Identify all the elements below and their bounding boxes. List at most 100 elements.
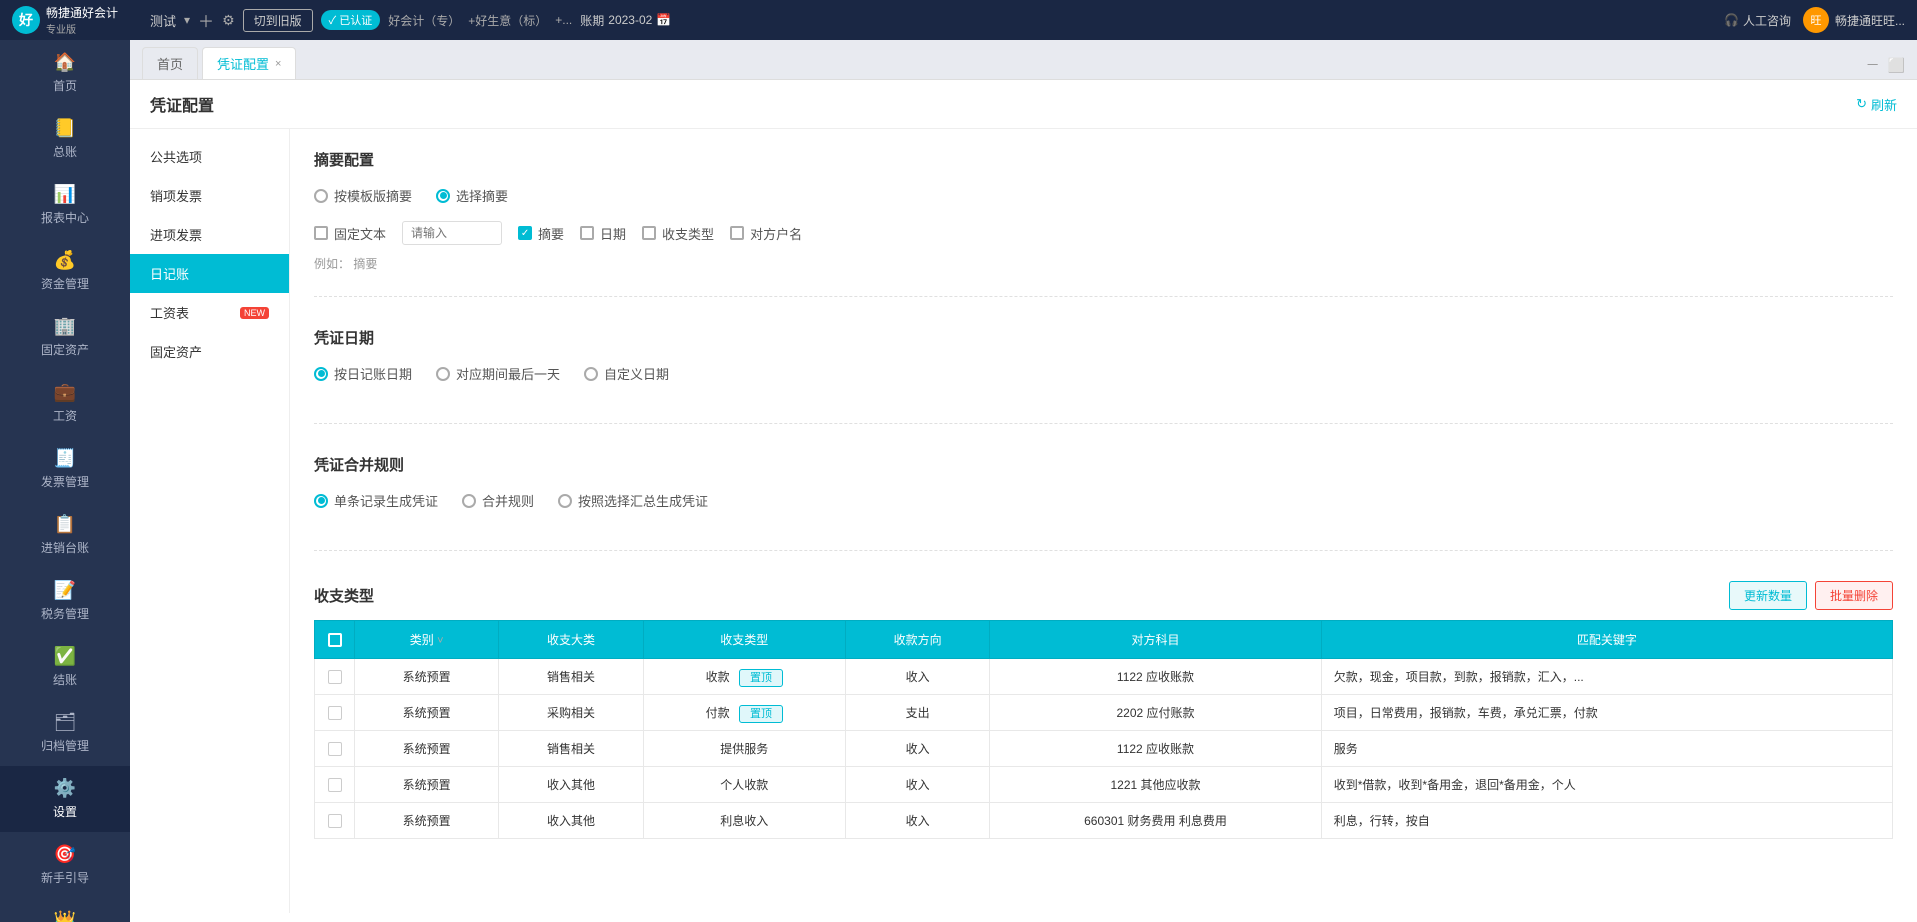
period-label: 账期 2023-02 📅 [580, 12, 671, 29]
maximize-button[interactable]: ⬜ [1888, 57, 1905, 74]
sidebar-item-tax[interactable]: 📝 税务管理 [0, 568, 130, 634]
radio-select[interactable]: 选择摘要 [436, 186, 508, 205]
leftnav-fixed-assets[interactable]: 固定资产 [130, 332, 289, 371]
sidebar-item-purchase[interactable]: 📋 进销台账 [0, 502, 130, 568]
td-major-type: 收入其他 [499, 803, 643, 839]
radio-period-last-circle [436, 367, 450, 381]
td-subject: 1122 应收账款 [990, 659, 1321, 695]
th-direction: 收款方向 [845, 621, 989, 659]
sidebar-item-ledger[interactable]: 📒 总账 [0, 106, 130, 172]
td-checkbox[interactable] [315, 767, 355, 803]
leftnav-payroll[interactable]: 工资表 NEW ▾ [130, 293, 289, 332]
radio-custom-date[interactable]: 自定义日期 [584, 364, 669, 383]
td-direction: 收入 [845, 731, 989, 767]
sidebar-item-settle[interactable]: ✅ 结账 [0, 634, 130, 700]
td-checkbox[interactable] [315, 695, 355, 731]
checkbox-date[interactable]: 日期 [580, 224, 626, 243]
checkbox-payment-type-box [642, 226, 656, 240]
sidebar-item-guide[interactable]: 🎯 新手引导 [0, 832, 130, 898]
top-tag-0[interactable]: 置顶 [739, 669, 783, 687]
th-type: 收支类型 [643, 621, 845, 659]
tab-voucher-config[interactable]: 凭证配置 × [202, 47, 296, 79]
update-btn[interactable]: 更新数量 [1729, 581, 1807, 610]
radio-template[interactable]: 按模板版摘要 [314, 186, 412, 205]
td-subject: 660301 财务费用 利息费用 [990, 803, 1321, 839]
income-expense-table: 类别 ˅ 收支大类 收支类型 收款方向 对方科目 匹配关键字 [314, 620, 1893, 839]
add-button[interactable]: ＋ [198, 8, 214, 32]
td-subject: 1122 应收账款 [990, 731, 1321, 767]
td-direction: 收入 [845, 767, 989, 803]
leftnav-purchase-invoice[interactable]: 进项发票 [130, 215, 289, 254]
sidebar-item-member[interactable]: 👑 畅会员 [0, 898, 130, 922]
table-row: 系统预置 销售相关 提供服务 收入 1122 应收账款 服务 [315, 731, 1893, 767]
settings-icon[interactable]: ⚙ [222, 12, 235, 29]
page-title: 凭证配置 [150, 92, 214, 116]
tab-close-icon[interactable]: × [275, 58, 281, 70]
top-tag-1[interactable]: 置顶 [739, 705, 783, 723]
leftnav-public[interactable]: 公共选项 [130, 137, 289, 176]
radio-template-circle [314, 189, 328, 203]
sidebar-item-invoice[interactable]: 🧾 发票管理 [0, 436, 130, 502]
fixed-text-input[interactable] [402, 221, 502, 245]
sidebar-item-salary[interactable]: 💼 工资 [0, 370, 130, 436]
th-checkbox [315, 621, 355, 659]
leftnav-sales-invoice[interactable]: 销项发票 [130, 176, 289, 215]
content-area: 首页 凭证配置 × － ⬜ 凭证配置 ↻ 刷新 [130, 40, 1917, 922]
topbar: 好 畅捷通好会计 专业版 测试 ▾ ＋ ⚙ 切到旧版 ✓ 已认证 好会计（专） … [0, 0, 1917, 40]
ledger-icon: 📒 [54, 118, 76, 139]
table-row: 系统预置 收入其他 利息收入 收入 660301 财务费用 利息费用 利息，行转… [315, 803, 1893, 839]
td-direction: 支出 [845, 695, 989, 731]
example-text: 例如： 摘要 [314, 255, 1893, 272]
td-major-type: 销售相关 [499, 659, 643, 695]
switch-version-button[interactable]: 切到旧版 [243, 9, 313, 32]
td-checkbox[interactable] [315, 803, 355, 839]
td-checkbox[interactable] [315, 659, 355, 695]
checkbox-fixed-text[interactable]: 固定文本 [314, 224, 386, 243]
sidebar-item-assets[interactable]: 🏢 固定资产 [0, 304, 130, 370]
sidebar-item-home[interactable]: 🏠 首页 [0, 40, 130, 106]
radio-select-circle [436, 189, 450, 203]
voucher-date-section: 凭证日期 按日记账日期 对应期间最后一天 [314, 327, 1893, 424]
radio-summary-gen[interactable]: 按照选择汇总生成凭证 [558, 491, 708, 510]
td-keywords: 收到*借款，收到*备用金，退回*备用金，个人 [1321, 767, 1892, 803]
td-major-type: 收入其他 [499, 767, 643, 803]
archive-icon: 🗂 [54, 712, 77, 733]
invoice-icon: 🧾 [54, 448, 76, 469]
calendar-icon[interactable]: 📅 [656, 13, 671, 27]
radio-journal-date[interactable]: 按日记账日期 [314, 364, 412, 383]
checkbox-summary[interactable]: ✓ 摘要 [518, 224, 564, 243]
table-header-row: 类别 ˅ 收支大类 收支类型 收款方向 对方科目 匹配关键字 [315, 621, 1893, 659]
td-type: 付款 置顶 [643, 695, 845, 731]
tabs-bar: 首页 凭证配置 × － ⬜ [130, 40, 1917, 80]
summary-radio-group: 按模板版摘要 选择摘要 [314, 186, 1893, 205]
sidebar-item-reports[interactable]: 📊 报表中心 [0, 172, 130, 238]
radio-period-last[interactable]: 对应期间最后一天 [436, 364, 560, 383]
summary-config-section: 摘要配置 按模板版摘要 选择摘要 [314, 149, 1893, 297]
customer-service-button[interactable]: 🎧 人工咨询 [1724, 12, 1791, 29]
env-dropdown-icon[interactable]: ▾ [184, 13, 190, 27]
checkbox-counterpart[interactable]: 对方户名 [730, 224, 802, 243]
leftnav-journal[interactable]: 日记账 [130, 254, 289, 293]
radio-merge[interactable]: 合并规则 [462, 491, 534, 510]
refresh-button[interactable]: ↻ 刷新 [1856, 95, 1897, 114]
sidebar-item-settings[interactable]: ⚙️ 设置 [0, 766, 130, 832]
logo-text: 畅捷通好会计 专业版 [46, 4, 118, 36]
right-content: 摘要配置 按模板版摘要 选择摘要 [290, 129, 1917, 913]
reports-icon: 📊 [54, 184, 76, 205]
tab-home[interactable]: 首页 [142, 47, 198, 79]
merge-rules-section: 凭证合并规则 单条记录生成凭证 合并规则 [314, 454, 1893, 551]
td-keywords: 欠款，现金，项目款，到款，报销款，汇入，... [1321, 659, 1892, 695]
sidebar-item-funds[interactable]: 💰 资金管理 [0, 238, 130, 304]
env-label: 测试 [150, 11, 176, 30]
certified-badge: ✓ 已认证 [321, 10, 381, 30]
td-checkbox[interactable] [315, 731, 355, 767]
batch-delete-btn[interactable]: 批量删除 [1815, 581, 1893, 610]
member-icon: 👑 [54, 910, 76, 922]
merge-rules-radio-group: 单条记录生成凭证 合并规则 按照选择汇总生成凭证 [314, 491, 1893, 510]
home-icon: 🏠 [54, 52, 76, 73]
checkbox-payment-type[interactable]: 收支类型 [642, 224, 714, 243]
td-category: 系统预置 [355, 767, 499, 803]
radio-single[interactable]: 单条记录生成凭证 [314, 491, 438, 510]
sidebar-item-archive[interactable]: 🗂 归档管理 [0, 700, 130, 766]
minimize-button[interactable]: － [1866, 55, 1880, 75]
